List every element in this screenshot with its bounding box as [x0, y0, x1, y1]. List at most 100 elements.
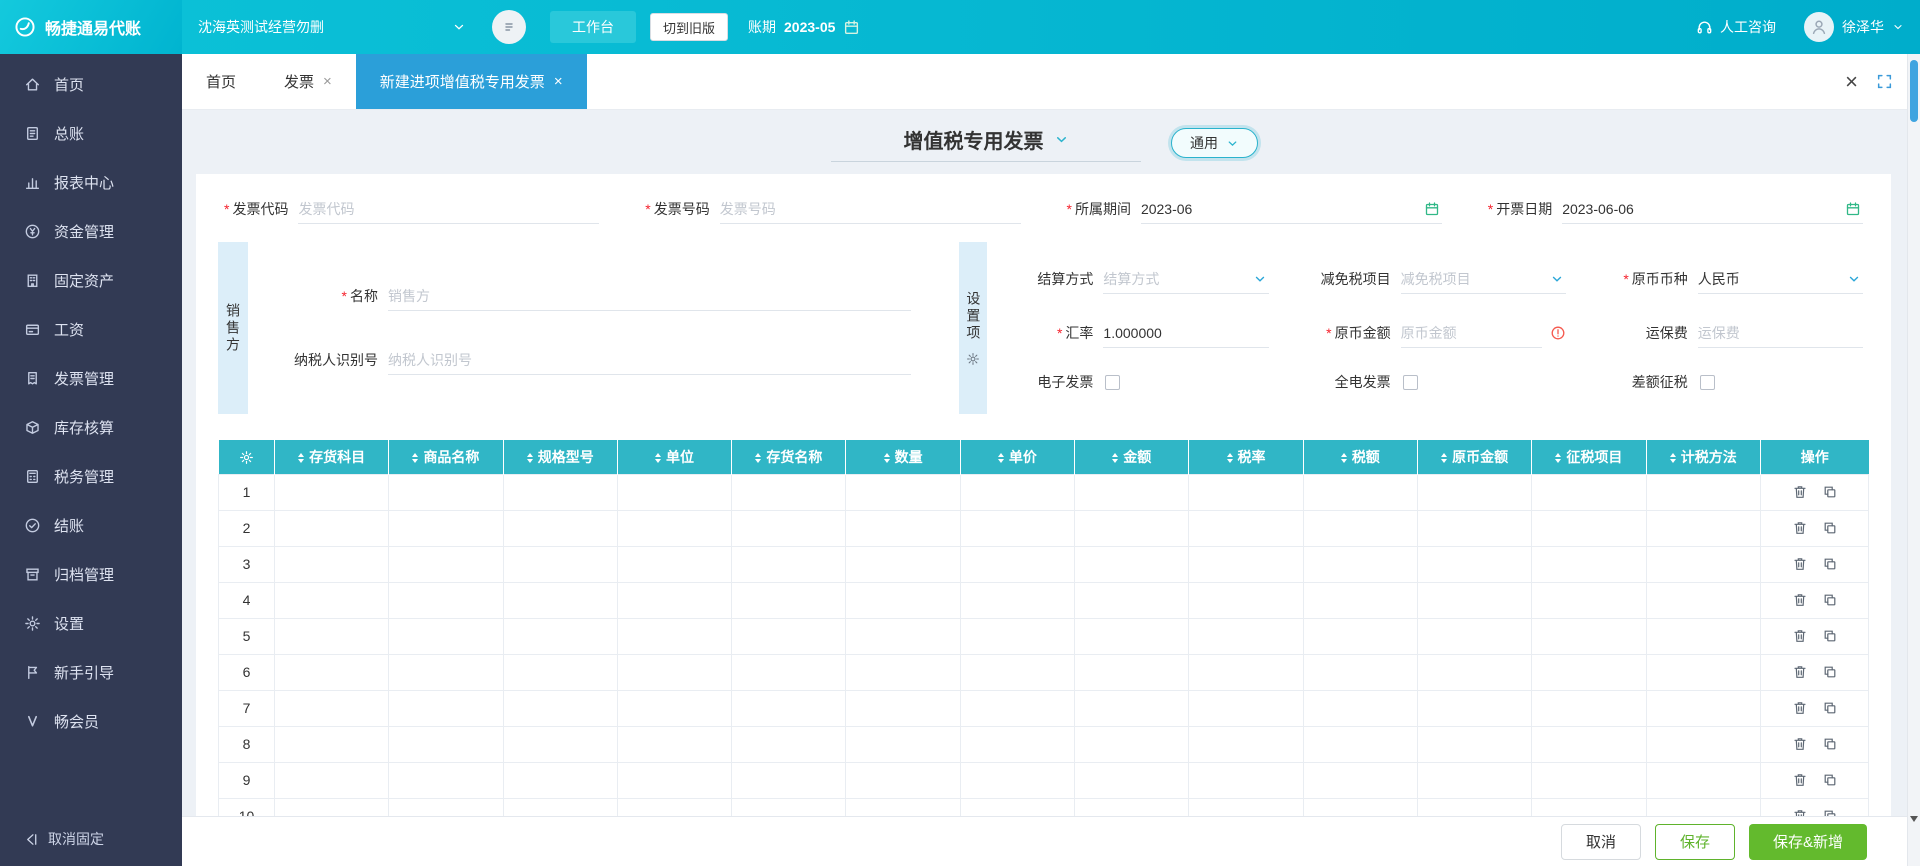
tax-relief-input[interactable]: 减免税项目	[1400, 264, 1566, 294]
grid-cell[interactable]	[1188, 545, 1304, 583]
grid-cell[interactable]	[502, 509, 618, 547]
calendar-icon[interactable]	[843, 19, 860, 36]
copy-row-icon[interactable]	[1822, 592, 1838, 608]
sidebar-item-fixed-assets[interactable]: 固定资产	[0, 256, 182, 305]
sort-icon[interactable]	[298, 453, 305, 464]
grid-cell[interactable]	[1302, 617, 1418, 655]
sidebar-item-archive[interactable]: 归档管理	[0, 550, 182, 599]
invoice-type-select[interactable]: 增值税专用发票	[831, 125, 1141, 162]
grid-cell[interactable]	[845, 761, 961, 799]
invoice-code-input[interactable]: 发票代码	[298, 194, 600, 224]
grid-cell[interactable]	[273, 473, 390, 511]
grid-cell[interactable]	[388, 509, 504, 547]
close-icon[interactable]: ×	[1845, 70, 1858, 93]
grid-cell[interactable]	[616, 689, 733, 727]
sort-icon[interactable]	[997, 453, 1004, 464]
grid-cell[interactable]	[388, 653, 504, 691]
grid-cell[interactable]	[1302, 761, 1418, 799]
sort-icon[interactable]	[655, 453, 662, 464]
grid-cell[interactable]	[1645, 509, 1762, 547]
grid-cell[interactable]	[388, 617, 504, 655]
original-amount-input[interactable]: 原币金额	[1400, 318, 1542, 348]
close-tab-icon[interactable]: ×	[323, 74, 332, 89]
delete-row-icon[interactable]	[1792, 628, 1808, 644]
grid-cell[interactable]	[1074, 761, 1190, 799]
scroll-down-arrow-icon[interactable]	[1908, 816, 1920, 826]
chevron-down-icon[interactable]	[1253, 272, 1267, 286]
invoice-number-input[interactable]: 发票号码	[719, 194, 1021, 224]
grid-cell[interactable]	[388, 761, 504, 799]
grid-cell[interactable]	[1074, 725, 1190, 763]
grid-cell[interactable]	[1645, 761, 1762, 799]
workbench-button[interactable]: 工作台	[550, 11, 636, 43]
grid-cell[interactable]	[273, 545, 390, 583]
grid-cell[interactable]	[1302, 689, 1418, 727]
grid-cell[interactable]	[731, 581, 847, 619]
grid-cell[interactable]	[273, 761, 390, 799]
grid-cell[interactable]	[1531, 473, 1647, 511]
grid-cell[interactable]	[616, 581, 733, 619]
column-header[interactable]: 存货科目	[274, 440, 390, 474]
grid-cell[interactable]	[1416, 617, 1533, 655]
grid-cell[interactable]	[1531, 581, 1647, 619]
grid-cell[interactable]	[1302, 473, 1418, 511]
column-header[interactable]: 原币金额	[1417, 440, 1533, 474]
grid-cell[interactable]	[616, 725, 733, 763]
electronic-invoice-checkbox[interactable]	[1105, 374, 1121, 390]
grid-cell[interactable]	[959, 725, 1076, 763]
grid-cell[interactable]	[273, 509, 390, 547]
grid-cell[interactable]	[502, 653, 618, 691]
grid-cell[interactable]	[1645, 545, 1762, 583]
grid-cell[interactable]	[1074, 797, 1190, 816]
sort-icon[interactable]	[1555, 453, 1562, 464]
sort-icon[interactable]	[1340, 453, 1347, 464]
grid-cell[interactable]	[1645, 725, 1762, 763]
grid-cell[interactable]	[845, 653, 961, 691]
grid-cell[interactable]	[1531, 653, 1647, 691]
column-header[interactable]: 单价	[960, 440, 1076, 474]
grid-cell[interactable]	[1074, 617, 1190, 655]
grid-cell[interactable]	[1645, 581, 1762, 619]
grid-cell[interactable]	[273, 725, 390, 763]
grid-cell[interactable]	[959, 653, 1076, 691]
sidebar-item-closing[interactable]: 结账	[0, 501, 182, 550]
grid-cell[interactable]	[959, 761, 1076, 799]
copy-row-icon[interactable]	[1822, 484, 1838, 500]
app-logo[interactable]: 畅捷通易代账	[0, 0, 182, 54]
support-link[interactable]: 人工咨询	[1696, 17, 1776, 37]
calendar-icon[interactable]	[1845, 201, 1861, 217]
copy-row-icon[interactable]	[1822, 736, 1838, 752]
grid-cell[interactable]	[502, 545, 618, 583]
scrollbar-thumb[interactable]	[1910, 60, 1918, 122]
delete-row-icon[interactable]	[1792, 808, 1808, 816]
exchange-rate-input[interactable]: 1.000000	[1103, 318, 1269, 348]
grid-cell[interactable]	[1531, 797, 1647, 816]
grid-cell[interactable]	[388, 473, 504, 511]
grid-cell[interactable]	[616, 797, 733, 816]
grid-cell[interactable]	[1531, 689, 1647, 727]
news-button[interactable]	[492, 10, 526, 44]
copy-row-icon[interactable]	[1822, 556, 1838, 572]
grid-cell[interactable]	[1416, 797, 1533, 816]
grid-cell[interactable]	[1416, 545, 1533, 583]
grid-cell[interactable]	[502, 797, 618, 816]
sidebar-item-inventory[interactable]: 库存核算	[0, 403, 182, 452]
grid-cell[interactable]	[1416, 653, 1533, 691]
grid-cell[interactable]	[1645, 689, 1762, 727]
grid-cell[interactable]	[1302, 545, 1418, 583]
grid-cell[interactable]	[845, 617, 961, 655]
sidebar-item-tax[interactable]: 税务管理	[0, 452, 182, 501]
sort-icon[interactable]	[1441, 453, 1448, 464]
grid-cell[interactable]	[1416, 725, 1533, 763]
company-select[interactable]: 沈海英测试经营勿删	[198, 17, 466, 37]
invoice-date-input[interactable]: 2023-06-06	[1562, 194, 1863, 224]
sort-icon[interactable]	[412, 453, 419, 464]
grid-cell[interactable]	[616, 473, 733, 511]
grid-cell[interactable]	[1416, 761, 1533, 799]
grid-cell[interactable]	[273, 797, 390, 816]
sort-icon[interactable]	[755, 453, 762, 464]
differential-tax-checkbox[interactable]	[1699, 374, 1715, 390]
grid-cell[interactable]	[1531, 545, 1647, 583]
grid-cell[interactable]	[1645, 473, 1762, 511]
copy-row-icon[interactable]	[1822, 520, 1838, 536]
